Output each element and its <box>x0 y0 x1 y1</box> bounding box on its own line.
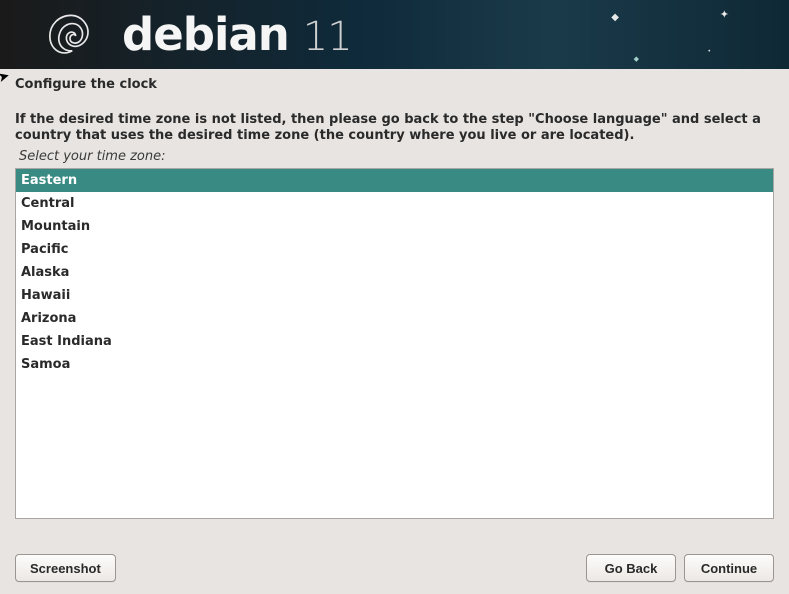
main-content: If the desired time zone is not listed, … <box>0 102 789 519</box>
instructions-text: If the desired time zone is not listed, … <box>15 112 774 143</box>
timezone-option[interactable]: Pacific <box>16 238 773 261</box>
timezone-option[interactable]: East Indiana <box>16 330 773 353</box>
continue-button[interactable]: Continue <box>684 554 774 582</box>
decorative-dot-icon: • <box>707 48 711 55</box>
timezone-option[interactable]: Mountain <box>16 215 773 238</box>
timezone-option[interactable]: Central <box>16 192 773 215</box>
decorative-dot-icon: ✦ <box>720 8 729 21</box>
decorative-dot-icon: ◆ <box>634 55 639 63</box>
timezone-option[interactable]: Arizona <box>16 307 773 330</box>
timezone-option[interactable]: Alaska <box>16 261 773 284</box>
timezone-option[interactable]: Eastern <box>16 169 773 192</box>
brand-text: debian <box>122 8 289 61</box>
brand-version: 11 <box>303 14 352 60</box>
timezone-listbox[interactable]: EasternCentralMountainPacificAlaskaHawai… <box>15 168 774 519</box>
decorative-dot-icon: ◆ <box>611 12 619 23</box>
timezone-option[interactable]: Hawaii <box>16 284 773 307</box>
screenshot-button[interactable]: Screenshot <box>15 554 116 582</box>
header-brand: debian 11 <box>122 8 352 61</box>
footer-button-bar: Screenshot Go Back Continue <box>15 554 774 582</box>
page-title: Configure the clock <box>0 69 789 102</box>
debian-swirl-icon <box>42 7 98 63</box>
timezone-option[interactable]: Samoa <box>16 353 773 376</box>
prompt-label: Select your time zone: <box>19 149 774 164</box>
installer-header: debian 11 ◆ ◆ • ✦ <box>0 0 789 69</box>
go-back-button[interactable]: Go Back <box>586 554 676 582</box>
